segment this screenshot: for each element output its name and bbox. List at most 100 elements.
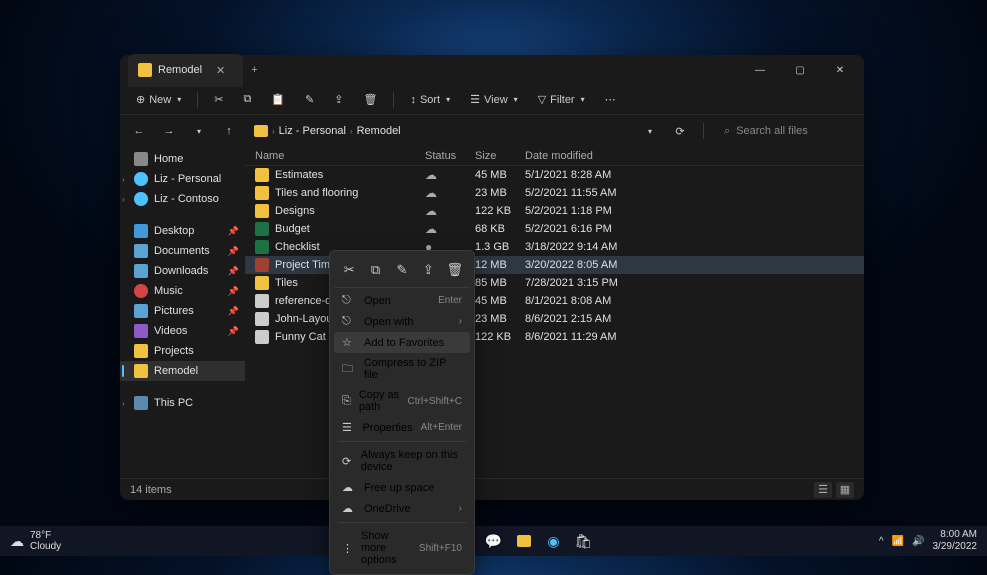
copy-button[interactable]: ⧉	[235, 89, 259, 110]
file-row[interactable]: Estimates☁45 MB5/1/2021 8:28 AM	[245, 166, 864, 184]
sidebar-item-this-pc[interactable]: ›This PC	[120, 393, 245, 413]
filter-button[interactable]: ▽ Filter▾	[530, 89, 593, 110]
ctx-add-to-favorites[interactable]: ☆Add to Favorites	[334, 332, 470, 353]
volume-icon[interactable]: 🔊	[912, 536, 924, 547]
item-icon	[134, 264, 148, 278]
file-size: 68 KB	[475, 223, 525, 235]
file-status: ☁	[425, 168, 475, 182]
file-status: ☁	[425, 186, 475, 200]
breadcrumb[interactable]: › Liz - Personal › Remodel	[248, 122, 631, 140]
sidebar-item-documents[interactable]: Documents📌	[120, 241, 245, 261]
cut-icon[interactable]: ✂	[338, 259, 360, 281]
sidebar-item-liz---contoso[interactable]: ›Liz - Contoso	[120, 189, 245, 209]
ctx-shortcut: Shift+F10	[419, 543, 462, 554]
rename-button[interactable]: ✎	[297, 89, 322, 110]
chat-button[interactable]: 💬	[481, 528, 507, 554]
expand-icon[interactable]: ›	[122, 175, 125, 184]
ctx-item-label: Compress to ZIP file	[364, 357, 462, 381]
clock[interactable]: 8:00 AM 3/29/2022	[933, 529, 978, 553]
sidebar-item-pictures[interactable]: Pictures📌	[120, 301, 245, 321]
refresh-button[interactable]: ⟳	[669, 120, 691, 142]
ctx-copy-as-path[interactable]: ⎘Copy as pathCtrl+Shift+C	[334, 385, 470, 417]
file-row[interactable]: Budget☁68 KB5/2/2021 6:16 PM	[245, 220, 864, 238]
file-explorer-window: Remodel ✕ + — ▢ ✕ ⊕ New▾ ✂ ⧉ 📋 ✎ ⇪ 🗑 ↕ S…	[120, 55, 864, 500]
view-button[interactable]: ☰ View▾	[462, 89, 526, 110]
col-date[interactable]: Date modified	[525, 150, 854, 162]
ctx-item-label: Show more options	[361, 530, 411, 566]
col-status[interactable]: Status	[425, 150, 475, 162]
file-date: 8/6/2021 2:15 AM	[525, 313, 854, 325]
ctx-properties[interactable]: ☰PropertiesAlt+Enter	[334, 417, 470, 438]
ctx-item-icon: ⎘	[342, 395, 351, 408]
ctx-item-icon: ☁	[342, 502, 356, 515]
explorer-button[interactable]	[511, 528, 537, 554]
file-size: 122 KB	[475, 331, 525, 343]
recent-button[interactable]: ▾	[188, 120, 210, 142]
details-view-icon[interactable]: ☰	[814, 482, 832, 498]
delete-button[interactable]: 🗑	[355, 89, 385, 110]
ctx-always-keep-on-this-device[interactable]: ⟳Always keep on this device	[334, 445, 470, 477]
search-input[interactable]: ⌕ Search all files	[716, 121, 856, 142]
sidebar-item-liz---personal[interactable]: ›Liz - Personal	[120, 169, 245, 189]
crumb-segment[interactable]: Liz - Personal	[279, 125, 346, 137]
ctx-open[interactable]: ⎋OpenEnter	[334, 290, 470, 311]
edge-button[interactable]: ◉	[541, 528, 567, 554]
ctx-item-icon: ☁	[342, 481, 356, 494]
new-tab-button[interactable]: +	[243, 60, 265, 80]
more-button[interactable]: ⋯	[597, 89, 624, 110]
ctx-item-label: Add to Favorites	[364, 337, 444, 349]
share-icon[interactable]: ⇪	[417, 259, 439, 281]
ctx-compress-to-zip-file[interactable]: 🗀Compress to ZIP file	[334, 353, 470, 385]
item-icon	[134, 396, 148, 410]
ctx-open-with[interactable]: ⎋Open with›	[334, 311, 470, 332]
delete-icon[interactable]: 🗑	[444, 259, 466, 281]
col-size[interactable]: Size	[475, 150, 525, 162]
ctx-item-icon: ⎋	[342, 294, 356, 307]
up-button[interactable]: ↑	[218, 120, 240, 142]
system-tray[interactable]: ^ 📶 🔊 8:00 AM 3/29/2022	[879, 529, 977, 553]
copy-icon[interactable]: ⧉	[365, 259, 387, 281]
store-button[interactable]: 🛍	[571, 528, 597, 554]
close-button[interactable]: ✕	[820, 56, 860, 84]
file-row[interactable]: Designs☁122 KB5/2/2021 1:18 PM	[245, 202, 864, 220]
weather-widget[interactable]: ☁ 78°F Cloudy	[10, 530, 61, 552]
sidebar-item-downloads[interactable]: Downloads📌	[120, 261, 245, 281]
close-tab-icon[interactable]: ✕	[208, 60, 233, 81]
maximize-button[interactable]: ▢	[780, 56, 820, 84]
thumbnails-view-icon[interactable]: ▦	[836, 482, 854, 498]
file-icon	[255, 276, 269, 290]
sidebar-item-projects[interactable]: Projects	[120, 341, 245, 361]
expand-icon[interactable]: ›	[122, 399, 125, 408]
minimize-button[interactable]: —	[740, 56, 780, 84]
share-button[interactable]: ⇪	[326, 89, 351, 110]
new-button[interactable]: ⊕ New▾	[128, 89, 189, 110]
sidebar-item-remodel[interactable]: Remodel	[120, 361, 245, 381]
expand-icon[interactable]: ›	[122, 195, 125, 204]
ctx-free-up-space[interactable]: ☁Free up space	[334, 477, 470, 498]
ctx-item-label: OneDrive	[364, 503, 410, 515]
ctx-show-more-options[interactable]: ⋮Show more optionsShift+F10	[334, 526, 470, 570]
tray-chevron-icon[interactable]: ^	[879, 536, 884, 547]
col-name[interactable]: Name	[255, 150, 425, 162]
paste-button[interactable]: 📋	[263, 89, 293, 110]
forward-button[interactable]: →	[158, 120, 180, 142]
ctx-item-label: Open	[364, 295, 391, 307]
file-icon	[255, 294, 269, 308]
crumb-segment[interactable]: Remodel	[357, 125, 401, 137]
ctx-onedrive[interactable]: ☁OneDrive›	[334, 498, 470, 519]
cut-button[interactable]: ✂	[206, 89, 231, 110]
sidebar-item-desktop[interactable]: Desktop📌	[120, 221, 245, 241]
file-date: 8/6/2021 11:29 AM	[525, 331, 854, 343]
sidebar-item-home[interactable]: Home	[120, 149, 245, 169]
sort-button[interactable]: ↕ Sort▾	[402, 90, 458, 110]
dropdown-button[interactable]: ▾	[639, 120, 661, 142]
back-button[interactable]: ←	[128, 120, 150, 142]
sidebar-item-videos[interactable]: Videos📌	[120, 321, 245, 341]
tab-remodel[interactable]: Remodel ✕	[128, 54, 243, 87]
search-placeholder: Search all files	[736, 125, 808, 137]
sidebar-item-music[interactable]: Music📌	[120, 281, 245, 301]
wifi-icon[interactable]: 📶	[892, 536, 904, 547]
pin-icon: 📌	[228, 326, 239, 337]
file-row[interactable]: Tiles and flooring☁23 MB5/2/2021 11:55 A…	[245, 184, 864, 202]
rename-icon[interactable]: ✎	[391, 259, 413, 281]
